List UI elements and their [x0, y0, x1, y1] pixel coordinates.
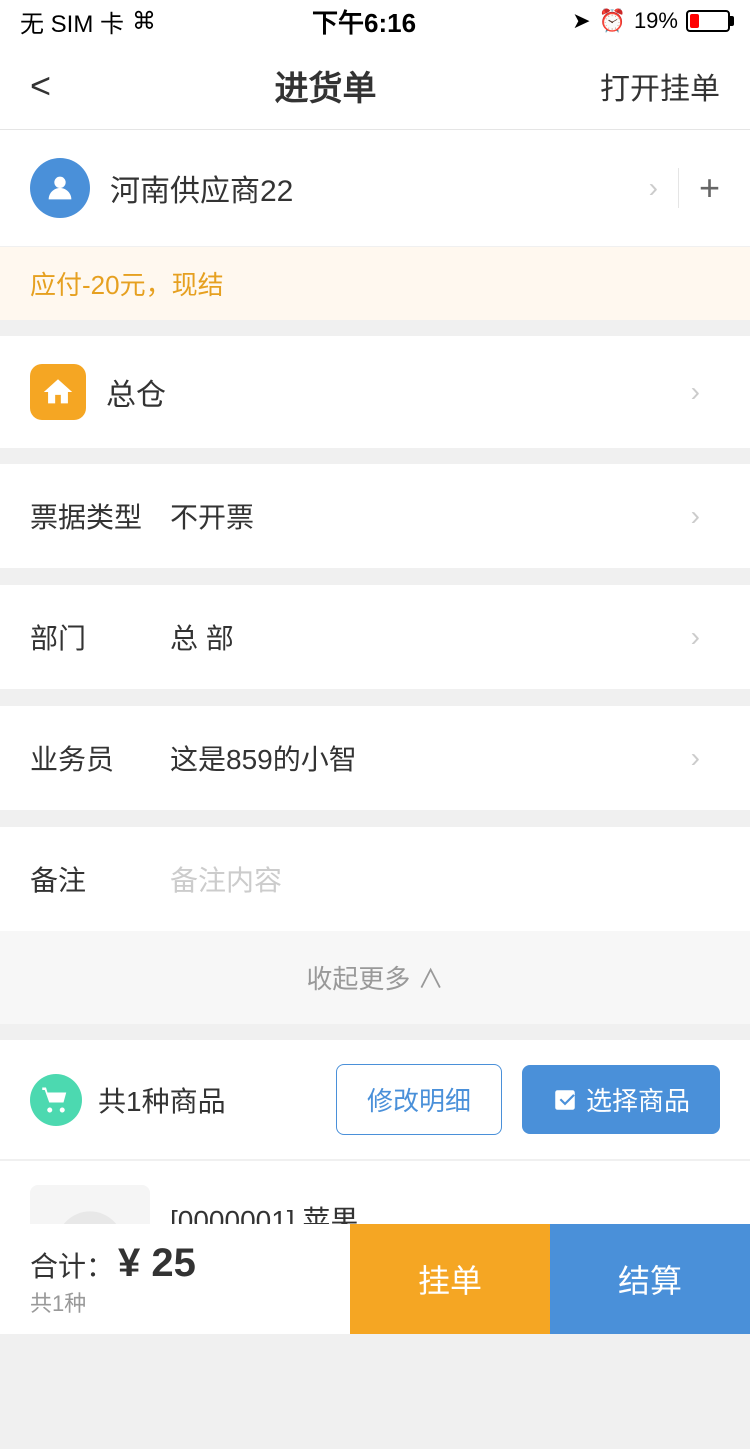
warehouse-chevron-icon: ›: [691, 376, 700, 408]
invoice-type-label: 票据类型: [30, 496, 170, 536]
open-hang-button[interactable]: 打开挂单: [600, 64, 720, 108]
salesperson-value: 这是859的小智: [170, 738, 691, 778]
department-chevron-icon: ›: [691, 621, 700, 653]
product-count: 共1种商品: [98, 1080, 336, 1120]
department-row[interactable]: 部门 总 部 ›: [0, 585, 750, 690]
salesperson-chevron-icon: ›: [691, 742, 700, 774]
supplier-chevron-icon: ›: [649, 172, 658, 204]
status-bar: 无 SIM 卡 ⌘ 下午6:16 ➤ ⏰ 19%: [0, 0, 750, 42]
hang-button[interactable]: 挂单: [350, 1224, 550, 1334]
total-label: 合计：: [30, 1245, 114, 1285]
status-time: 下午6:16: [312, 3, 416, 40]
battery-percentage: 19%: [634, 8, 678, 34]
warehouse-row[interactable]: 总仓 ›: [0, 336, 750, 448]
collapse-button[interactable]: 收起更多 ∧: [0, 931, 750, 1024]
form-divider-3: [0, 811, 750, 827]
total-amount: ¥ 25: [118, 1241, 196, 1286]
back-button[interactable]: <: [30, 65, 51, 107]
invoice-type-row[interactable]: 票据类型 不开票 ›: [0, 464, 750, 569]
total-section: 合计： ¥ 25 共1种: [0, 1224, 350, 1334]
product-icon: [30, 1074, 82, 1126]
invoice-type-chevron-icon: ›: [691, 500, 700, 532]
status-left: 无 SIM 卡 ⌘: [20, 4, 156, 39]
product-header: 共1种商品 修改明细 选择商品: [0, 1040, 750, 1160]
invoice-type-value: 不开票: [170, 496, 691, 536]
battery-icon: [686, 10, 730, 32]
supplier-avatar: [30, 158, 90, 218]
location-icon: ➤: [572, 8, 590, 34]
department-value: 总 部: [170, 617, 691, 657]
form-divider-1: [0, 569, 750, 585]
total-count: 共1种: [30, 1286, 320, 1318]
carrier-text: 无 SIM 卡: [20, 4, 124, 39]
wifi-icon: ⌘: [132, 7, 156, 36]
alarm-icon: ⏰: [599, 8, 626, 34]
form-section: 票据类型 不开票 › 部门 总 部 › 业务员 这是859的小智 › 备注 备注…: [0, 464, 750, 931]
salesperson-label: 业务员: [30, 738, 170, 778]
supplier-divider: [678, 168, 679, 208]
checkout-button[interactable]: 结算: [550, 1224, 750, 1334]
warehouse-name: 总仓: [106, 370, 691, 414]
bottom-bar: 合计： ¥ 25 共1种 挂单 结算: [0, 1224, 750, 1334]
add-supplier-button[interactable]: +: [699, 167, 720, 209]
bottom-spacer: [0, 1329, 750, 1449]
page-title: 进货单: [275, 61, 377, 110]
supplier-section: 河南供应商22 › +: [0, 130, 750, 247]
remark-label: 备注: [30, 859, 170, 899]
status-right: ➤ ⏰ 19%: [572, 8, 730, 34]
select-product-label: 选择商品: [586, 1081, 690, 1118]
salesperson-row[interactable]: 业务员 这是859的小智 ›: [0, 706, 750, 811]
nav-bar: < 进货单 打开挂单: [0, 42, 750, 130]
edit-detail-button[interactable]: 修改明细: [336, 1064, 502, 1135]
supplier-row[interactable]: 河南供应商22 › +: [0, 130, 750, 247]
remark-input[interactable]: 备注内容: [170, 859, 720, 899]
select-product-button[interactable]: 选择商品: [522, 1065, 720, 1134]
warning-banner: 应付-20元，现结: [0, 247, 750, 320]
remark-row[interactable]: 备注 备注内容: [0, 827, 750, 931]
department-label: 部门: [30, 617, 170, 657]
form-divider-2: [0, 690, 750, 706]
warehouse-icon: [30, 364, 86, 420]
supplier-name: 河南供应商22: [110, 166, 649, 210]
